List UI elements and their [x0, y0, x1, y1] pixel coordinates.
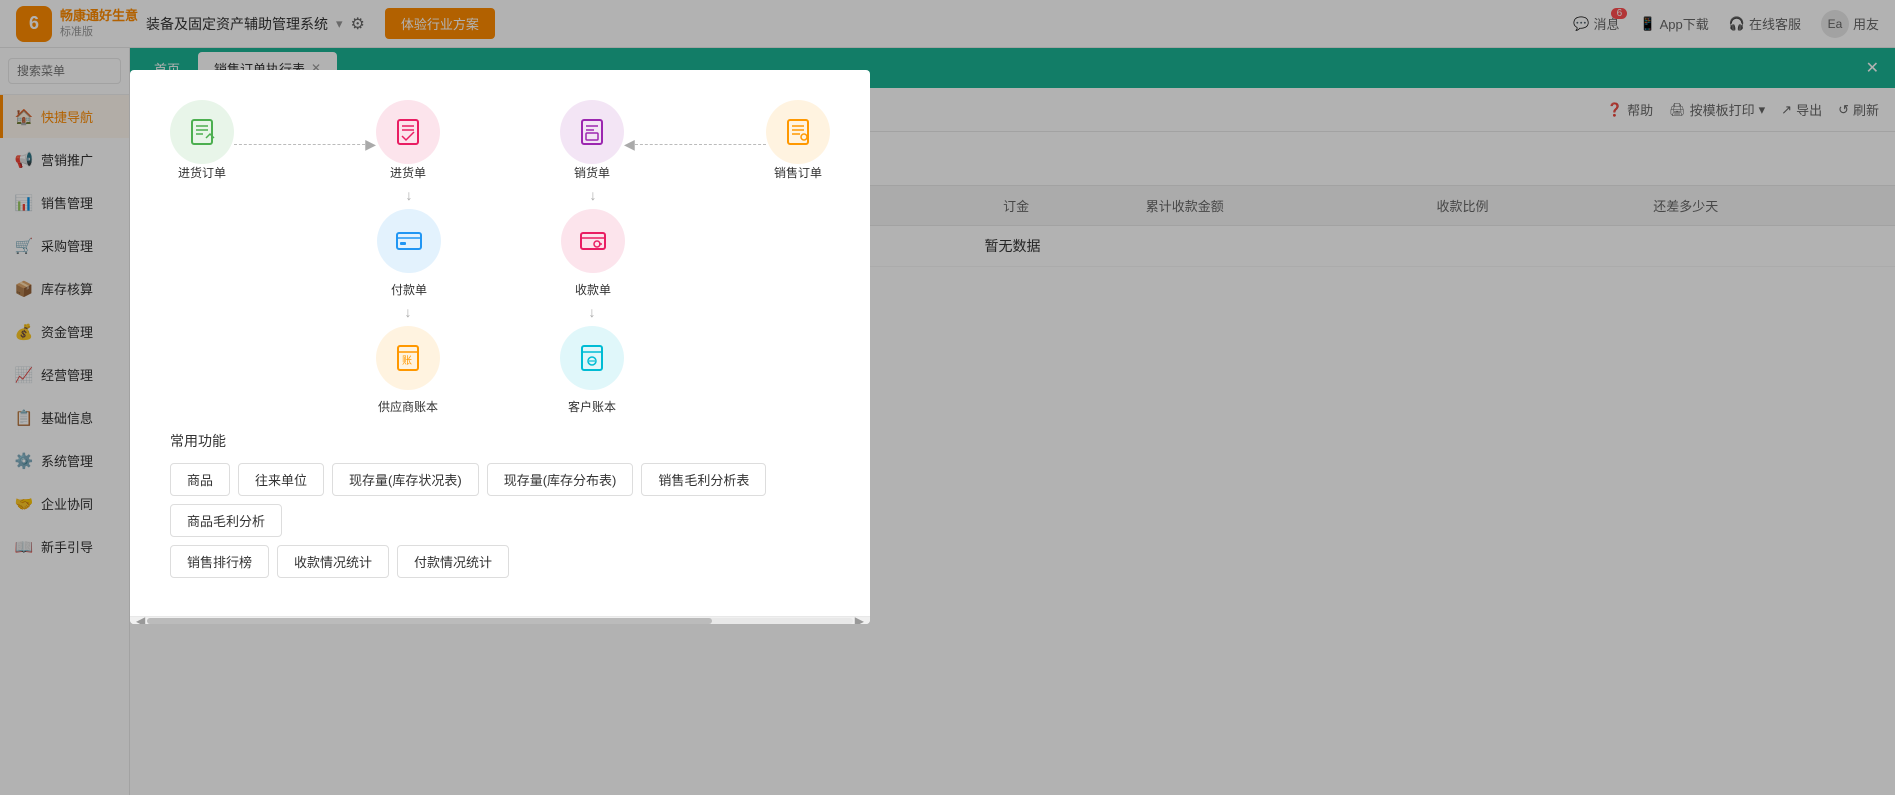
common-btns-row1: 商品往来单位现存量(库存状况表)现存量(库存分布表)销售毛利分析表商品毛利分析: [170, 463, 830, 537]
common-func-button[interactable]: 付款情况统计: [397, 545, 509, 578]
scroll-right-arrow[interactable]: ▶: [853, 614, 866, 625]
scroll-left-arrow[interactable]: ◀: [134, 614, 147, 625]
common-func-button[interactable]: 收款情况统计: [277, 545, 389, 578]
scrollbar-track[interactable]: [147, 618, 853, 624]
common-func-button[interactable]: 销售毛利分析表: [641, 463, 766, 496]
flow-col-supplier-book: ↓ 账 供应商账本: [376, 302, 440, 415]
receipt-icon: [561, 209, 625, 273]
flow-item-purchase[interactable]: 进货单: [376, 100, 440, 181]
purchase-icon: [376, 100, 440, 164]
common-func-button[interactable]: 现存量(库存状况表): [332, 463, 479, 496]
common-title: 常用功能: [170, 431, 830, 451]
sales-order-label: 销售订单: [774, 164, 822, 181]
h-connector-2: ◀: [624, 136, 766, 153]
purchase-order-icon: [170, 100, 234, 164]
purchase-label: 进货单: [390, 164, 426, 181]
flow-col-customer-book: ↓ 客户账本: [560, 302, 624, 415]
customer-book-label: 客户账本: [568, 398, 616, 415]
v-arrow-receipt: ↓: [590, 187, 597, 203]
customer-book-icon: [560, 326, 624, 390]
payment-icon: [377, 209, 441, 273]
payment-label: 付款单: [391, 281, 427, 298]
purchase-order-label: 进货订单: [178, 164, 226, 181]
svg-text:账: 账: [402, 355, 412, 367]
common-func-button[interactable]: 现存量(库存分布表): [487, 463, 634, 496]
v-arrow-customer: ↓: [589, 304, 596, 320]
common-func-button[interactable]: 往来单位: [238, 463, 324, 496]
common-func-button[interactable]: 商品: [170, 463, 230, 496]
flow-item-purchase-order[interactable]: 进货订单: [170, 100, 234, 181]
flow-diagram: 进货订单 ▶ 进货单: [170, 100, 830, 415]
flow-col-payment: ↓ 付款单: [377, 185, 441, 298]
v-arrow-payment: ↓: [406, 187, 413, 203]
sales-label: 销货单: [574, 164, 610, 181]
common-btns-row2: 销售排行榜收款情况统计付款情况统计: [170, 545, 830, 578]
popup-inner: 进货订单 ▶ 进货单: [130, 70, 870, 606]
sales-order-icon: [766, 100, 830, 164]
common-func-button[interactable]: 商品毛利分析: [170, 504, 282, 537]
supplier-book-icon: 账: [376, 326, 440, 390]
receipt-label: 收款单: [575, 281, 611, 298]
supplier-book-label: 供应商账本: [378, 398, 438, 415]
flow-col-receipt: ↓ 收款单: [561, 185, 625, 298]
flow-row-3: ↓ 账 供应商账本 ↓ 客户账本: [170, 302, 830, 415]
sales-icon: [560, 100, 624, 164]
flow-row-1: 进货订单 ▶ 进货单: [170, 100, 830, 181]
v-arrow-supplier: ↓: [405, 304, 412, 320]
flow-item-sales-order[interactable]: 销售订单: [766, 100, 830, 181]
common-functions: 常用功能 商品往来单位现存量(库存状况表)现存量(库存分布表)销售毛利分析表商品…: [170, 431, 830, 578]
flow-item-sales[interactable]: 销货单: [560, 100, 624, 181]
h-connector-1: ▶: [234, 136, 376, 153]
flow-row-2: ↓ 付款单 ↓ 收款单: [172, 185, 830, 298]
popup-scrollbar: ◀ ▶: [130, 616, 870, 624]
overlay: 进货订单 ▶ 进货单: [0, 0, 1895, 795]
scrollbar-thumb[interactable]: [147, 618, 711, 624]
common-func-button[interactable]: 销售排行榜: [170, 545, 269, 578]
popup-panel: 进货订单 ▶ 进货单: [130, 70, 870, 624]
